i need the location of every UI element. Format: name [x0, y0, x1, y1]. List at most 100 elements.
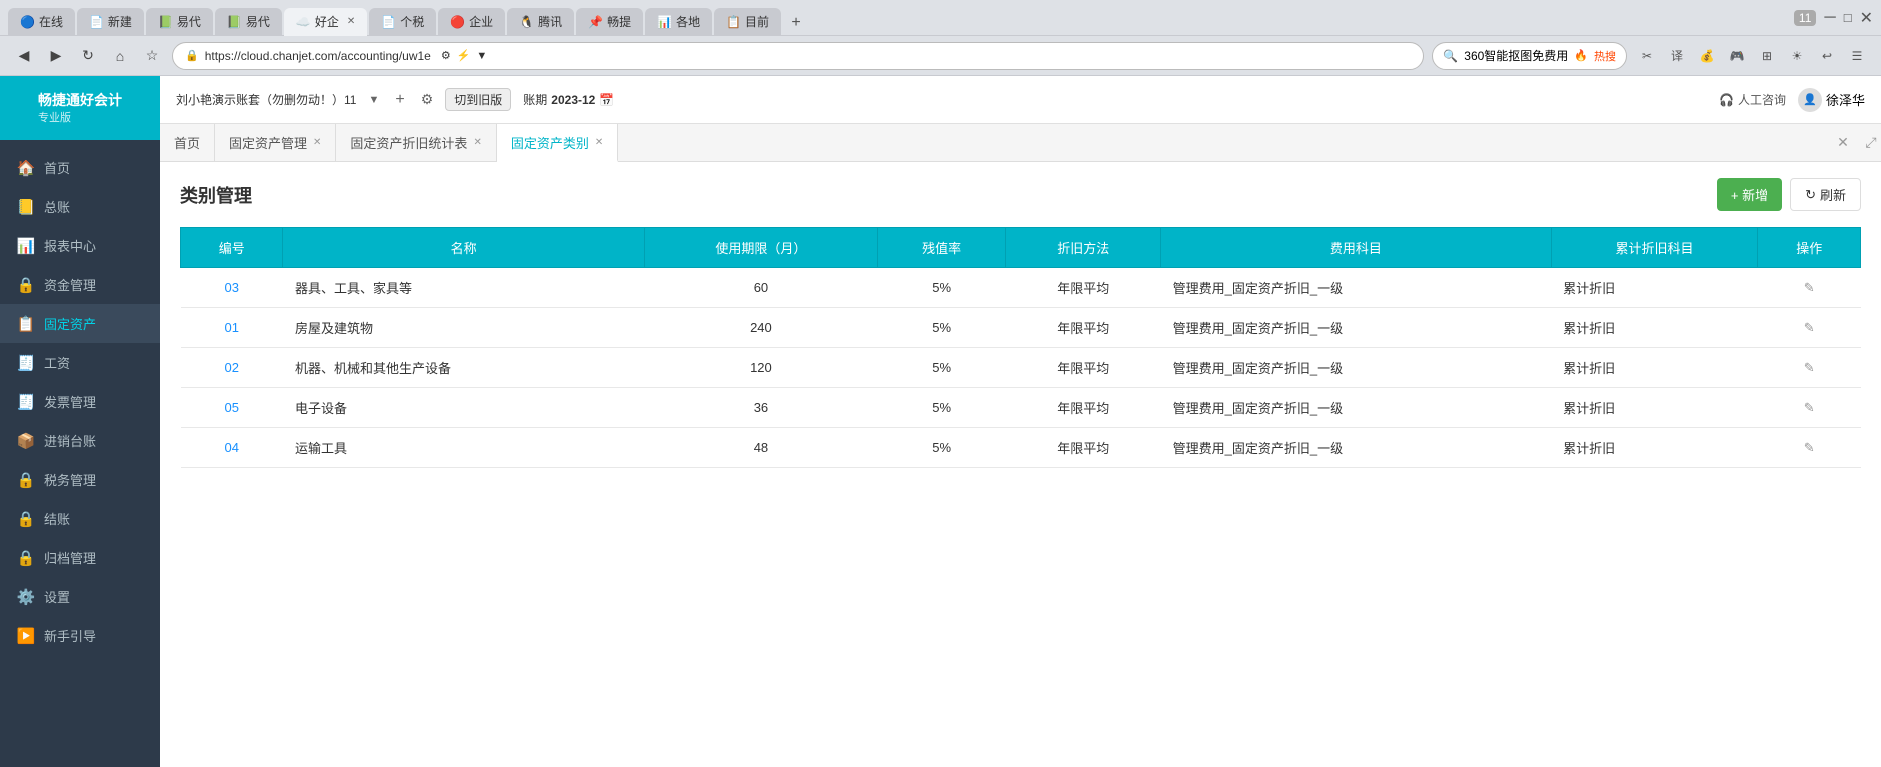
edit-icon[interactable]: ✎	[1804, 280, 1815, 295]
browser-tabs: 🔵 在线 📄 新建 📗 易代 📗 易代 ☁️ 好企 ✕ 📄 个税 🔴 企业	[8, 0, 809, 36]
lightning-icon[interactable]: ⚡	[457, 49, 471, 62]
brightness-icon[interactable]: ☀	[1785, 44, 1809, 68]
tab-close-depreciation[interactable]: ✕	[473, 137, 481, 148]
tab-home[interactable]: 首页	[160, 124, 215, 162]
cell-expense: 管理费用_固定资产折旧_一级	[1161, 308, 1552, 348]
sidebar-item-home[interactable]: 🏠 首页	[0, 148, 160, 187]
sidebar-item-archive[interactable]: 🔒 归档管理	[0, 538, 160, 577]
sidebar-item-inventory[interactable]: 📦 进销台账	[0, 421, 160, 460]
undo-icon[interactable]: ↩	[1815, 44, 1839, 68]
cell-residual: 5%	[877, 268, 1006, 308]
dropdown-arrow-icon[interactable]: ▼	[368, 94, 379, 106]
sidebar-label-fund: 资金管理	[44, 275, 96, 294]
tab-icon: 🔵	[20, 15, 35, 29]
cell-name: 器具、工具、家具等	[283, 268, 645, 308]
cell-accumulated: 累计折旧	[1551, 428, 1758, 468]
bookmark-button[interactable]: ☆	[140, 44, 164, 68]
switch-version-button[interactable]: 切到旧版	[445, 88, 511, 111]
close-page-button[interactable]: ✕	[1833, 133, 1853, 153]
browser-tab-gedi[interactable]: 📊 各地	[645, 8, 712, 36]
app-wrapper: 畅捷通好会计 专业版 🏠 首页 📒 总账 📊 报表中心 🔒 资金管理 �	[0, 76, 1881, 767]
add-button[interactable]: + 新增	[1717, 178, 1782, 211]
code-link[interactable]: 01	[224, 320, 238, 335]
fund-icon: 🔒	[16, 276, 36, 294]
sidebar-item-general-ledger[interactable]: 📒 总账	[0, 187, 160, 226]
browser-tab-muqian[interactable]: 📋 目前	[714, 8, 781, 36]
browser-tab-close[interactable]: ✕	[347, 16, 355, 27]
table-row: 03 器具、工具、家具等 60 5% 年限平均 管理费用_固定资产折旧_一级 累…	[181, 268, 1861, 308]
translate-icon[interactable]: 译	[1665, 44, 1689, 68]
refresh-button[interactable]: ↻ 刷新	[1790, 178, 1861, 211]
logo-title: 畅捷通好会计	[38, 91, 122, 109]
new-tab-button[interactable]: +	[783, 10, 809, 36]
code-link[interactable]: 03	[224, 280, 238, 295]
tab-icon: 📌	[588, 15, 603, 29]
sidebar-item-settings[interactable]: ⚙️ 设置	[0, 577, 160, 616]
search-bar[interactable]: 🔍 360智能抠图免费用 🔥 热搜	[1432, 42, 1627, 70]
account-user-label: 刘小艳演示账套（勿删勿动！）11	[176, 91, 356, 108]
cell-duration: 48	[644, 428, 877, 468]
browser-tab-haoqi[interactable]: ☁️ 好企 ✕	[284, 8, 367, 36]
window-close-icon[interactable]: ✕	[1860, 8, 1873, 28]
sidebar-item-invoice[interactable]: 🧾 发票管理	[0, 382, 160, 421]
browser-tab-yidai2[interactable]: 📗 易代	[215, 8, 282, 36]
cell-residual: 5%	[877, 308, 1006, 348]
home-button[interactable]: ⌂	[108, 44, 132, 68]
site-settings-icon[interactable]: ⚙	[441, 49, 451, 62]
code-link[interactable]: 02	[224, 360, 238, 375]
sidebar-label-payroll: 工资	[44, 353, 70, 372]
back-button[interactable]: ◀	[12, 44, 36, 68]
expand-page-button[interactable]: ⤢	[1861, 133, 1881, 153]
forward-button[interactable]: ▶	[44, 44, 68, 68]
code-link[interactable]: 04	[224, 440, 238, 455]
home-icon: 🏠	[16, 159, 36, 177]
calendar-icon[interactable]: 📅	[599, 93, 614, 107]
browser-tab-tax[interactable]: 📄 个税	[369, 8, 436, 36]
add-account-icon[interactable]: +	[395, 91, 404, 109]
sidebar-item-fund[interactable]: 🔒 资金管理	[0, 265, 160, 304]
game-icon[interactable]: 🎮	[1725, 44, 1749, 68]
tab-close-asset-mgmt[interactable]: ✕	[313, 137, 321, 148]
restore-icon[interactable]: □	[1844, 10, 1852, 25]
sidebar-item-tax[interactable]: 🔒 税务管理	[0, 460, 160, 499]
tab-icon: 📗	[227, 15, 242, 29]
browser-tab-tencent[interactable]: 🐧 腾讯	[507, 8, 574, 36]
col-code: 编号	[181, 228, 283, 268]
browser-tab-enterprise[interactable]: 🔴 企业	[438, 8, 505, 36]
sidebar-item-closing[interactable]: 🔒 结账	[0, 499, 160, 538]
col-expense: 费用科目	[1161, 228, 1552, 268]
settings-gear-icon[interactable]: ⚙	[421, 91, 434, 108]
tab-close-category[interactable]: ✕	[595, 137, 603, 148]
grid-icon[interactable]: ⊞	[1755, 44, 1779, 68]
browser-tab-changte[interactable]: 📌 畅提	[576, 8, 643, 36]
address-bar[interactable]: 🔒 https://cloud.chanjet.com/accounting/u…	[172, 42, 1424, 70]
tab-asset-management[interactable]: 固定资产管理 ✕	[215, 124, 336, 162]
browser-tab-online[interactable]: 🔵 在线	[8, 8, 75, 36]
col-method: 折旧方法	[1006, 228, 1161, 268]
tab-depreciation[interactable]: 固定资产折旧统计表 ✕	[336, 124, 496, 162]
customer-service-button[interactable]: 🎧 人工咨询	[1719, 91, 1786, 108]
dropdown-icon[interactable]: ▼	[476, 50, 487, 62]
sidebar-label-settings: 设置	[44, 587, 70, 606]
browser-tab-yidai1[interactable]: 📗 易代	[146, 8, 213, 36]
edit-icon[interactable]: ✎	[1804, 320, 1815, 335]
sidebar-item-payroll[interactable]: 🧾 工资	[0, 343, 160, 382]
sidebar-item-reports[interactable]: 📊 报表中心	[0, 226, 160, 265]
sidebar-label-tax: 税务管理	[44, 470, 96, 489]
wallet-icon[interactable]: 💰	[1695, 44, 1719, 68]
sidebar-item-guide[interactable]: ▶️ 新手引导	[0, 616, 160, 655]
menu-icon[interactable]: ☰	[1845, 44, 1869, 68]
scissors-icon[interactable]: ✂	[1635, 44, 1659, 68]
logo-subtitle: 专业版	[38, 109, 122, 125]
edit-icon[interactable]: ✎	[1804, 360, 1815, 375]
edit-icon[interactable]: ✎	[1804, 400, 1815, 415]
minimize-icon[interactable]: ─	[1824, 9, 1835, 27]
browser-tab-new[interactable]: 📄 新建	[77, 8, 144, 36]
cell-accumulated: 累计折旧	[1551, 268, 1758, 308]
main-content: 刘小艳演示账套（勿删勿动！）11 ▼ + ⚙ 切到旧版 账期 2023-12 📅…	[160, 76, 1881, 767]
sidebar-item-fixed-assets[interactable]: 📋 固定资产	[0, 304, 160, 343]
tab-category[interactable]: 固定资产类别 ✕	[497, 124, 618, 162]
reload-button[interactable]: ↻	[76, 44, 100, 68]
code-link[interactable]: 05	[224, 400, 238, 415]
edit-icon[interactable]: ✎	[1804, 440, 1815, 455]
